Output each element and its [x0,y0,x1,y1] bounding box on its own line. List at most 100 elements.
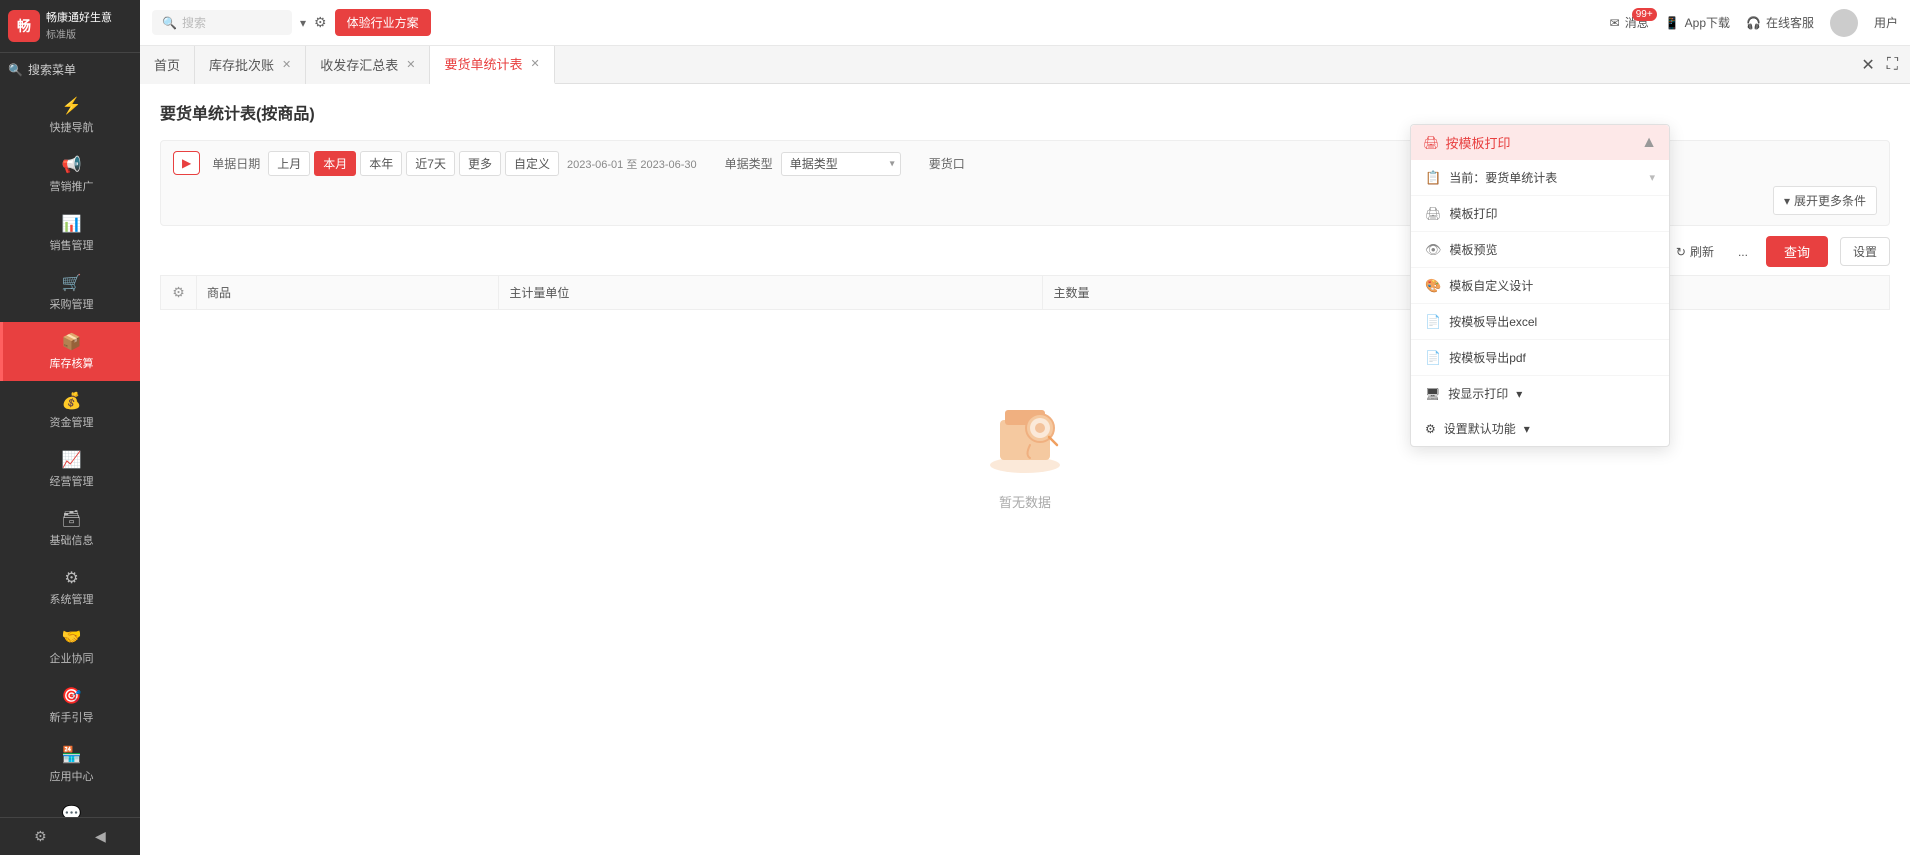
print-dropdown-close-btn[interactable]: ▲ [1641,134,1657,152]
print-dropdown-export-pdf[interactable]: 📄 按模板导出pdf [1411,340,1669,376]
set-default-label: 设置默认功能 [1444,420,1516,437]
expand-icon: ▾ [1784,194,1790,208]
sidebar-item-operation[interactable]: 📈 经营管理 [0,440,140,499]
export-excel-label: 按模板导出excel [1449,313,1655,330]
tab-close-order-stats[interactable]: ✕ [531,57,540,70]
sidebar-item-system[interactable]: ⚙ 系统管理 [0,558,140,617]
sidebar-search[interactable]: 🔍 搜索菜单 [0,53,140,86]
tab-close-batch-account[interactable]: ✕ [282,58,291,71]
current-template-arrow: ▾ [1649,171,1655,184]
tab-receipt-summary[interactable]: 收发存汇总表 ✕ [306,46,430,84]
sidebar-item-sales[interactable]: 📊 销售管理 [0,204,140,263]
sidebar-item-purchase[interactable]: 🛒 采购管理 [0,263,140,322]
expand-more-btn[interactable]: ▾ 展开更多条件 [1773,186,1877,215]
print-dropdown-export-excel[interactable]: 📄 按模板导出excel [1411,304,1669,340]
refresh-btn[interactable]: ↻ 刷新 [1670,239,1720,264]
export-pdf-label: 按模板导出pdf [1449,349,1655,366]
nav-icon: 🛒 [62,273,82,293]
print-dropdown-template-design[interactable]: 🎨 模板自定义设计 [1411,268,1669,304]
header-search-box[interactable]: 🔍 搜索 [152,10,292,35]
messages-badge: 99+ [1632,8,1657,21]
minimize-sidebar-btn[interactable]: ◀ [95,828,106,845]
top-header: 🔍 搜索 ▾ ⚙ 体验行业方案 ✉ 消息 99+ 📱 App下载 🎧 在线客服 … [140,0,1910,46]
user-avatar[interactable] [1830,9,1858,37]
nav-icon: ⚙ [64,568,78,588]
sidebar-item-appstore[interactable]: 🏪 应用中心 [0,735,140,794]
table-col-settings[interactable]: ⚙ [161,276,197,310]
support-icon: 🎧 [1746,16,1761,30]
set-default-icon: ⚙ [1425,422,1436,436]
setting-btn[interactable]: 设置 [1840,237,1890,266]
sidebar-item-quick-nav[interactable]: ⚡ 快捷导航 [0,86,140,145]
print-dropdown-display-print[interactable]: 🖥 按显示打印 ▾ [1411,376,1669,411]
app-badge: 标准版 [46,26,112,41]
print-dropdown: 🖨 按模板打印 ▲ 📋 当前：要货单统计表 ▾ 🖨 模板打印 👁 模板预览 [1410,124,1670,447]
print-dropdown-template-preview[interactable]: 👁 模板预览 [1411,232,1669,268]
table-settings-icon[interactable]: ⚙ [172,284,185,300]
sidebar-item-basic[interactable]: 🗃 基础信息 [0,499,140,558]
order-type-select-wrap: 单据类型 [781,152,901,176]
tab-batch-account[interactable]: 库存批次账 ✕ [195,46,306,84]
search-icon: 🔍 [162,16,177,30]
sidebar: 畅 畅康通好生意 标准版 🔍 搜索菜单 ⚡ 快捷导航 📢 营销推广 📊 销售管理… [0,0,140,855]
date-btn-more[interactable]: 更多 [459,151,501,176]
chevron-right-icon: ▶ [182,156,191,170]
tab-maximize-btn[interactable]: ⛶ [1883,54,1902,76]
template-print-label: 模板打印 [1450,205,1655,222]
date-btn-this-month[interactable]: 本月 [314,151,356,176]
export-pdf-icon: 📄 [1425,350,1441,366]
template-design-label: 模板自定义设计 [1449,277,1655,294]
nav-icon: ⚡ [62,96,82,116]
nav-icon: 💬 [62,804,82,817]
set-default-arrow: ▾ [1524,422,1530,436]
print-dropdown-title-group: 🖨 按模板打印 [1423,133,1511,152]
tab-close-receipt-summary[interactable]: ✕ [406,58,415,71]
trial-btn[interactable]: 体验行业方案 [335,9,431,36]
display-print-icon: 🖥 [1425,387,1440,401]
search-placeholder: 搜索 [182,14,206,31]
order-type-filter-label: 单据类型 [725,155,773,172]
sidebar-item-collab[interactable]: 🤝 企业协同 [0,617,140,676]
date-btn-last-month[interactable]: 上月 [268,151,310,176]
nav-icon: 🗃 [61,509,81,529]
print-dropdown-current[interactable]: 📋 当前：要货单统计表 ▾ [1411,160,1669,196]
header-dropdown-btn[interactable]: ▾ [300,16,306,30]
table-col-product: 商品 [197,276,499,310]
query-btn[interactable]: 查询 [1766,236,1828,267]
current-template-icon: 📋 [1425,170,1441,186]
table-col-quantity: 主数量 [1043,276,1426,310]
app-logo: 畅 畅康通好生意 标准版 [0,0,140,53]
print-dropdown-set-default[interactable]: ⚙ 设置默认功能 ▾ [1411,411,1669,446]
header-gear-btn[interactable]: ⚙ [314,14,327,31]
display-print-label: 按显示打印 [1448,385,1508,402]
date-range-text: 2023-06-01 至 2023-06-30 [567,156,697,172]
export-excel-icon: 📄 [1425,314,1441,330]
nav-icon: 💰 [62,391,82,411]
messages-group[interactable]: ✉ 消息 99+ [1610,14,1649,31]
filter-toggle-btn[interactable]: ▶ [173,151,200,175]
date-btn-this-year[interactable]: 本年 [360,151,402,176]
sidebar-item-inventory[interactable]: 📦 库存核算 [0,322,140,381]
more-btn[interactable]: ... [1732,241,1754,263]
refresh-icon: ↻ [1676,245,1686,259]
app-download-group[interactable]: 📱 App下载 [1665,14,1730,31]
date-btn-custom[interactable]: 自定义 [505,151,559,176]
online-support-group[interactable]: 🎧 在线客服 [1746,14,1814,31]
tab-home[interactable]: 首页 [140,46,195,84]
print-dropdown-title: 按模板打印 [1446,133,1511,152]
sidebar-item-marketing[interactable]: 📢 营销推广 [0,145,140,204]
template-design-icon: 🎨 [1425,278,1441,294]
date-btn-7days[interactable]: 近7天 [406,151,455,176]
nav-icon: 📢 [62,155,82,175]
sidebar-item-finance[interactable]: 💰 资金管理 [0,381,140,440]
tab-order-stats[interactable]: 要货单统计表 ✕ [430,46,554,84]
main-area: 🔍 搜索 ▾ ⚙ 体验行业方案 ✉ 消息 99+ 📱 App下载 🎧 在线客服 … [140,0,1910,855]
tab-close-window-btn[interactable]: ✕ [1857,53,1878,77]
order-type-select[interactable]: 单据类型 [781,152,901,176]
sidebar-item-guide[interactable]: 🎯 新手引导 [0,676,140,735]
sidebar-nav: ⚡ 快捷导航 📢 营销推广 📊 销售管理 🛒 采购管理 📦 库存核算 💰 资金管… [0,86,140,817]
display-print-arrow: ▾ [1516,387,1522,401]
settings-footer-btn[interactable]: ⚙ [34,828,47,845]
print-dropdown-template-print[interactable]: 🖨 模板打印 [1411,196,1669,232]
sidebar-item-wechat[interactable]: 💬 企业微信 [0,794,140,817]
